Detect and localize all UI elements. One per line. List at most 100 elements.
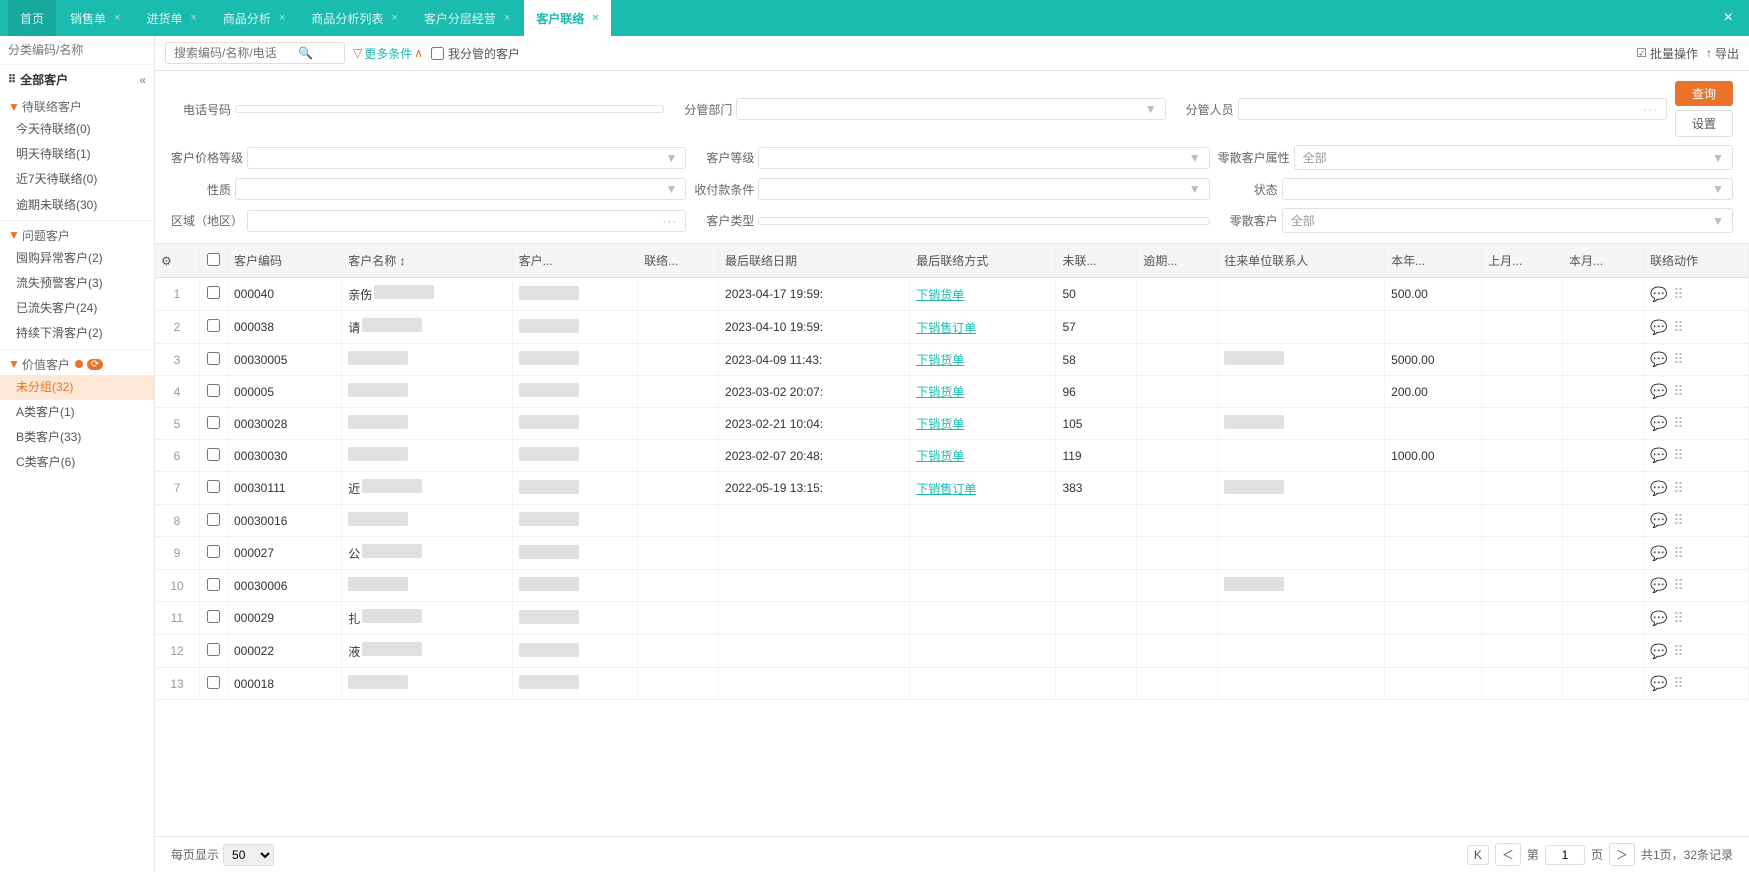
comment-icon[interactable]: 💬 — [1650, 643, 1667, 660]
first-page-btn[interactable]: K — [1467, 845, 1489, 865]
grid-icon[interactable]: ⠿ — [1673, 319, 1683, 336]
last-method-link[interactable]: 下销货单 — [916, 353, 964, 367]
row-checkbox[interactable] — [207, 578, 220, 591]
prev-page-btn[interactable]: ＜ — [1495, 843, 1521, 866]
nav-tab-purchase[interactable]: 进货单 × — [134, 0, 208, 36]
category-search-input[interactable] — [8, 43, 155, 57]
close-sales-icon[interactable]: × — [114, 12, 120, 24]
row-checkbox[interactable] — [207, 416, 220, 429]
select-all-checkbox[interactable] — [207, 253, 220, 266]
last-method-link[interactable]: 下销货单 — [916, 385, 964, 399]
row-checkbox[interactable] — [207, 384, 220, 397]
grid-icon[interactable]: ⠿ — [1673, 415, 1683, 432]
close-product-list-icon[interactable]: × — [391, 12, 397, 24]
last-method-link[interactable]: 下销售订单 — [916, 482, 976, 496]
grid-icon[interactable]: ⠿ — [1673, 383, 1683, 400]
row-checkbox[interactable] — [207, 286, 220, 299]
grid-icon[interactable]: ⠿ — [1673, 447, 1683, 464]
comment-icon[interactable]: 💬 — [1650, 319, 1667, 336]
comment-icon[interactable]: 💬 — [1650, 675, 1667, 692]
page-number-input[interactable] — [1545, 845, 1585, 865]
last-method-link[interactable]: 下销货单 — [916, 288, 964, 302]
nav-tab-home[interactable]: 首页 — [8, 0, 56, 36]
th-gear[interactable]: ⚙ — [155, 244, 199, 278]
row-checkbox[interactable] — [207, 676, 220, 689]
comment-icon[interactable]: 💬 — [1650, 610, 1667, 627]
row-checkbox[interactable] — [207, 513, 220, 526]
phone-input[interactable] — [235, 105, 664, 113]
close-all-tabs[interactable]: × — [1716, 9, 1741, 27]
per-page-select[interactable]: 50 100 200 — [223, 844, 274, 866]
comment-icon[interactable]: 💬 — [1650, 577, 1667, 594]
my-customers-checkbox[interactable] — [431, 47, 444, 60]
search-input[interactable] — [174, 46, 294, 60]
search-icon[interactable]: 🔍 — [298, 46, 313, 60]
comment-icon[interactable]: 💬 — [1650, 286, 1667, 303]
more-conditions-btn[interactable]: ▽ 更多条件 ∧ — [353, 45, 423, 62]
close-product-analysis-icon[interactable]: × — [279, 12, 285, 24]
sidebar-item-b-class[interactable]: B类客户(33) — [0, 425, 154, 450]
last-method-link[interactable]: 下销货单 — [916, 449, 964, 463]
next-page-btn[interactable]: ＞ — [1609, 843, 1635, 866]
grid-icon[interactable]: ⠿ — [1673, 675, 1683, 692]
query-button[interactable]: 查询 — [1675, 81, 1733, 106]
sidebar-all-customers[interactable]: ⠿ 全部客户 « — [0, 65, 154, 94]
price-level-input[interactable]: ▼ — [247, 147, 686, 169]
status-input[interactable]: ▼ — [1282, 178, 1733, 200]
grid-icon[interactable]: ⠿ — [1673, 610, 1683, 627]
grid-icon[interactable]: ⠿ — [1673, 577, 1683, 594]
close-customer-segment-icon[interactable]: × — [504, 12, 510, 24]
row-checkbox[interactable] — [207, 319, 220, 332]
grid-icon[interactable]: ⠿ — [1673, 480, 1683, 497]
payment-input[interactable]: ▼ — [758, 178, 1209, 200]
comment-icon[interactable]: 💬 — [1650, 512, 1667, 529]
grid-icon[interactable]: ⠿ — [1673, 643, 1683, 660]
comment-icon[interactable]: 💬 — [1650, 415, 1667, 432]
customer-type-input[interactable] — [758, 217, 1209, 225]
row-checkbox[interactable] — [207, 448, 220, 461]
sidebar-item-churned[interactable]: 已流失客户(24) — [0, 296, 154, 321]
sidebar-item-churn-warning[interactable]: 流失预警客户(3) — [0, 271, 154, 296]
nav-tab-sales[interactable]: 销售单 × — [58, 0, 132, 36]
sidebar-item-7days[interactable]: 近7天待联络(0) — [0, 167, 154, 192]
grid-icon[interactable]: ⠿ — [1673, 512, 1683, 529]
nav-tab-customer-contact[interactable]: 客户联络 × — [524, 0, 610, 36]
close-purchase-icon[interactable]: × — [190, 12, 196, 24]
batch-ops-btn[interactable]: ☑ 批量操作 — [1636, 45, 1698, 62]
retail-customer-input[interactable]: 全部 ▼ — [1282, 208, 1733, 233]
nav-tab-customer-segment[interactable]: 客户分层经营 × — [412, 0, 522, 36]
comment-icon[interactable]: 💬 — [1650, 447, 1667, 464]
sidebar-item-overdue[interactable]: 逾期未联络(30) — [0, 193, 154, 218]
grid-icon[interactable]: ⠿ — [1673, 545, 1683, 562]
manager-input[interactable]: ··· — [1238, 98, 1667, 120]
comment-icon[interactable]: 💬 — [1650, 545, 1667, 562]
sidebar-item-ungroup[interactable]: 未分组(32) — [0, 375, 154, 400]
customer-level-input[interactable]: ▼ — [758, 147, 1209, 169]
comment-icon[interactable]: 💬 — [1650, 383, 1667, 400]
sidebar-item-hoard[interactable]: 囤购异常客户(2) — [0, 246, 154, 271]
dept-input[interactable]: ▼ — [736, 98, 1165, 120]
my-customers-filter[interactable]: 我分管的客户 — [431, 45, 520, 62]
sidebar-item-declining[interactable]: 持续下滑客户(2) — [0, 321, 154, 346]
grid-icon[interactable]: ⠿ — [1673, 286, 1683, 303]
row-checkbox[interactable] — [207, 643, 220, 656]
th-checkbox[interactable] — [199, 244, 227, 278]
nav-tab-product-list[interactable]: 商品分析列表 × — [299, 0, 409, 36]
export-btn[interactable]: ↑ 导出 — [1706, 45, 1739, 62]
row-checkbox[interactable] — [207, 352, 220, 365]
sidebar-item-c-class[interactable]: C类客户(6) — [0, 450, 154, 475]
reset-button[interactable]: 设置 — [1675, 110, 1733, 137]
last-method-link[interactable]: 下销售订单 — [916, 321, 976, 335]
sidebar-item-today[interactable]: 今天待联络(0) — [0, 117, 154, 142]
sidebar-item-a-class[interactable]: A类客户(1) — [0, 400, 154, 425]
close-customer-contact-icon[interactable]: × — [592, 12, 598, 24]
comment-icon[interactable]: 💬 — [1650, 480, 1667, 497]
row-checkbox[interactable] — [207, 480, 220, 493]
sidebar-collapse-icon[interactable]: « — [139, 73, 146, 87]
sidebar-item-tomorrow[interactable]: 明天待联络(1) — [0, 142, 154, 167]
nav-tab-product-analysis[interactable]: 商品分析 × — [211, 0, 297, 36]
retail-attr-input[interactable]: 全部 ▼ — [1294, 145, 1733, 170]
comment-icon[interactable]: 💬 — [1650, 351, 1667, 368]
grid-icon[interactable]: ⠿ — [1673, 351, 1683, 368]
region-input[interactable]: ··· — [247, 210, 686, 232]
